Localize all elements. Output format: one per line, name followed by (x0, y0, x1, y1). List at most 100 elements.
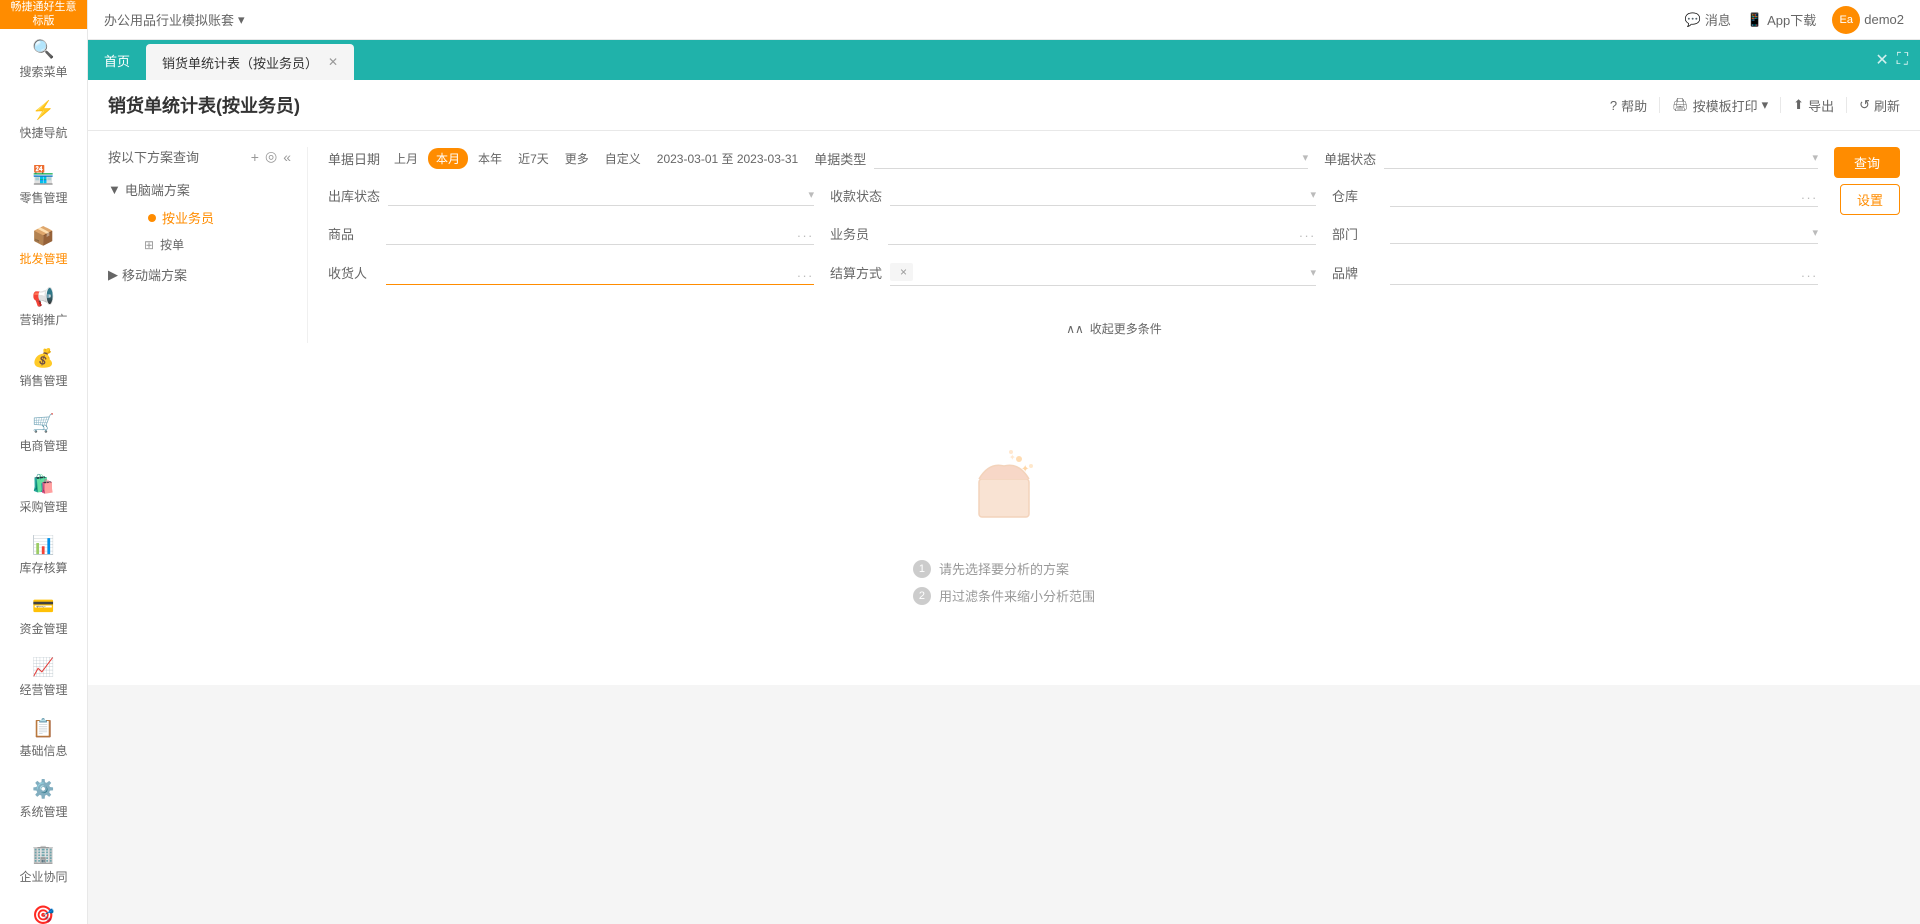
window-close-button[interactable]: ✕ (1875, 50, 1888, 70)
more-button[interactable]: 更多 (559, 148, 595, 169)
app-download-button[interactable]: 📱 App下载 (1747, 10, 1816, 29)
settlement-select[interactable]: × ▾ (890, 259, 1316, 286)
tab-home[interactable]: 首页 (88, 40, 146, 80)
print-label: 按模板打印 (1693, 96, 1758, 115)
sidebar-item-finance[interactable]: 💳 资金管理 (0, 586, 88, 647)
filter-tree-group-mobile-header[interactable]: ▶ 移动端方案 (108, 261, 291, 288)
sidebar-item-wholesale[interactable]: 📦 批发管理 (0, 216, 88, 277)
current-month-button[interactable]: 本月 (428, 148, 468, 169)
tabbar-actions: ✕ ⛶ (1875, 50, 1920, 70)
sidebar-item-purchase[interactable]: 🛍️ 采购管理 (0, 464, 88, 525)
doc-type-select[interactable]: ▾ (874, 147, 1308, 169)
sidebar-item-retail[interactable]: 🏪 零售管理 (0, 155, 88, 216)
sidebar-item-label: 快捷导航 (19, 124, 67, 141)
newguide-icon: 🎯 (32, 905, 54, 924)
empty-tip-2: 2 用过滤条件来缩小分析范围 (913, 586, 1095, 605)
page-header: 销货单统计表(按业务员) ? 帮助 🖨 按模板打印 ▾ ⬆ 导出 (88, 80, 1920, 131)
out-status-select[interactable]: ▾ (388, 184, 814, 206)
search-icon: 🔍 (32, 39, 54, 60)
brand-field: 品牌 ... (1332, 261, 1818, 285)
sidebar-item-company[interactable]: 🏢 企业协同 (0, 834, 88, 895)
filter-tree-group-pc: ▼ 电脑端方案 按业务员 ⊞ 按单 (108, 176, 291, 257)
sidebar-item-system[interactable]: ⚙️ 系统管理 (0, 769, 88, 830)
tag-close-icon[interactable]: × (900, 265, 907, 279)
filter-item-salesperson[interactable]: 按业务员 (128, 203, 291, 232)
out-status-field: 出库状态 ▾ (328, 184, 814, 206)
settings-button[interactable]: 设置 (1840, 184, 1900, 215)
print-button[interactable]: 🖨 按模板打印 ▾ (1672, 96, 1768, 115)
doc-status-select[interactable]: ▾ (1384, 147, 1818, 169)
topbar-left: 办公用品行业模拟账套 ▾ (104, 10, 245, 29)
add-scheme-button[interactable]: + (251, 149, 259, 165)
group-label: 电脑端方案 (125, 180, 190, 199)
quicknav-icon: ⚡ (32, 100, 54, 121)
filter-buttons: 查询 设置 (1818, 147, 1900, 215)
goods-input[interactable]: ... (386, 221, 814, 245)
group-arrow-icon: ▼ (108, 182, 121, 197)
sidebar-item-label: 营销推广 (19, 311, 67, 328)
window-maximize-button[interactable]: ⛶ (1897, 51, 1908, 69)
export-button[interactable]: ⬆ 导出 (1793, 96, 1834, 115)
current-year-button[interactable]: 本年 (472, 148, 508, 169)
group-arrow-collapsed-icon: ▶ (108, 267, 118, 283)
brand-input[interactable]: ... (1390, 261, 1818, 285)
filter-sidebar: 按以下方案查询 + ◎ « ▼ 电脑端方案 (108, 147, 308, 343)
filter-sidebar-icons: + ◎ « (251, 148, 291, 165)
page-actions: ? 帮助 🖨 按模板打印 ▾ ⬆ 导出 ↺ 刷新 (1610, 96, 1900, 115)
filter-tree-group-pc-header[interactable]: ▼ 电脑端方案 (108, 176, 291, 203)
receiver-input[interactable]: ... (386, 261, 814, 285)
help-icon: ? (1610, 98, 1617, 113)
out-status-label: 出库状态 (328, 186, 380, 205)
logo-subtext: 标版 (33, 14, 55, 28)
filter-area: 按以下方案查询 + ◎ « ▼ 电脑端方案 (88, 131, 1920, 359)
sidebar-item-label: 电商管理 (19, 437, 67, 454)
sidebar-item-ecommerce[interactable]: 🛒 电商管理 (0, 403, 88, 464)
sidebar-item-quicknav[interactable]: ⚡ 快捷导航 (0, 90, 88, 151)
sidebar-item-sales[interactable]: 💰 销售管理 (0, 338, 88, 399)
user-profile[interactable]: Ea demo2 (1832, 6, 1904, 34)
tabbar: 首页 销货单统计表（按业务员） ✕ ✕ ⛶ (88, 40, 1920, 80)
tab-report[interactable]: 销货单统计表（按业务员） ✕ (146, 44, 354, 80)
custom-button[interactable]: 自定义 (599, 148, 647, 169)
help-label: 帮助 (1621, 96, 1647, 115)
appdown-icon: 📱 (1747, 12, 1763, 28)
main-area: 办公用品行业模拟账套 ▾ 💬 消息 📱 App下载 Ea demo2 首页 销货… (88, 0, 1920, 924)
empty-illustration: ✦ ✦ (954, 439, 1054, 539)
filter-sidebar-header: 按以下方案查询 + ◎ « (108, 147, 291, 166)
warehouse-input[interactable]: ... (1390, 183, 1818, 207)
sidebar-logo[interactable]: 畅捷通好生意 标版 (0, 0, 88, 29)
last-month-button[interactable]: 上月 (388, 148, 424, 169)
sidebar-item-newguide[interactable]: 🎯 新手引导 (0, 895, 88, 924)
edit-scheme-button[interactable]: ◎ (265, 148, 277, 165)
collapse-sidebar-button[interactable]: « (283, 149, 291, 165)
salesperson-input[interactable]: ... (888, 221, 1316, 245)
sidebar-item-search[interactable]: 🔍 搜索菜单 (0, 29, 88, 90)
receipt-status-select[interactable]: ▾ (890, 184, 1316, 206)
department-label: 部门 (1332, 224, 1382, 243)
message-button[interactable]: 💬 消息 (1685, 10, 1731, 29)
filter-item-order[interactable]: ⊞ 按单 (128, 232, 291, 257)
marketing-icon: 📢 (32, 287, 54, 308)
tip-number-2: 2 (913, 587, 931, 605)
refresh-button[interactable]: ↺ 刷新 (1859, 96, 1900, 115)
tab-close-icon[interactable]: ✕ (328, 55, 338, 69)
refresh-icon: ↺ (1859, 97, 1870, 113)
settlement-tag[interactable]: × (890, 263, 913, 281)
department-select[interactable]: ▾ (1390, 222, 1818, 244)
last7days-button[interactable]: 近7天 (512, 148, 555, 169)
sidebar-item-inventory[interactable]: 📊 库存核算 (0, 525, 88, 586)
sidebar-item-label: 企业协同 (19, 868, 67, 885)
warehouse-dots-icon: ... (1801, 187, 1818, 202)
sidebar-item-basic[interactable]: 📋 基础信息 (0, 708, 88, 769)
query-button[interactable]: 查询 (1834, 147, 1900, 178)
dropdown-arrow-icon: ▾ (238, 12, 245, 28)
account-dropdown[interactable]: 办公用品行业模拟账套 ▾ (104, 10, 245, 29)
filter-item-label: 按业务员 (162, 208, 214, 227)
help-button[interactable]: ? 帮助 (1610, 96, 1647, 115)
empty-svg: ✦ ✦ (959, 444, 1049, 534)
sidebar-item-label: 搜索菜单 (19, 63, 67, 80)
sidebar-item-operation[interactable]: 📈 经营管理 (0, 647, 88, 708)
sidebar-item-marketing[interactable]: 📢 营销推广 (0, 277, 88, 338)
collapse-button[interactable]: ∧∧ 收起更多条件 (328, 314, 1900, 343)
settlement-arrow-icon: ▾ (1310, 266, 1316, 279)
